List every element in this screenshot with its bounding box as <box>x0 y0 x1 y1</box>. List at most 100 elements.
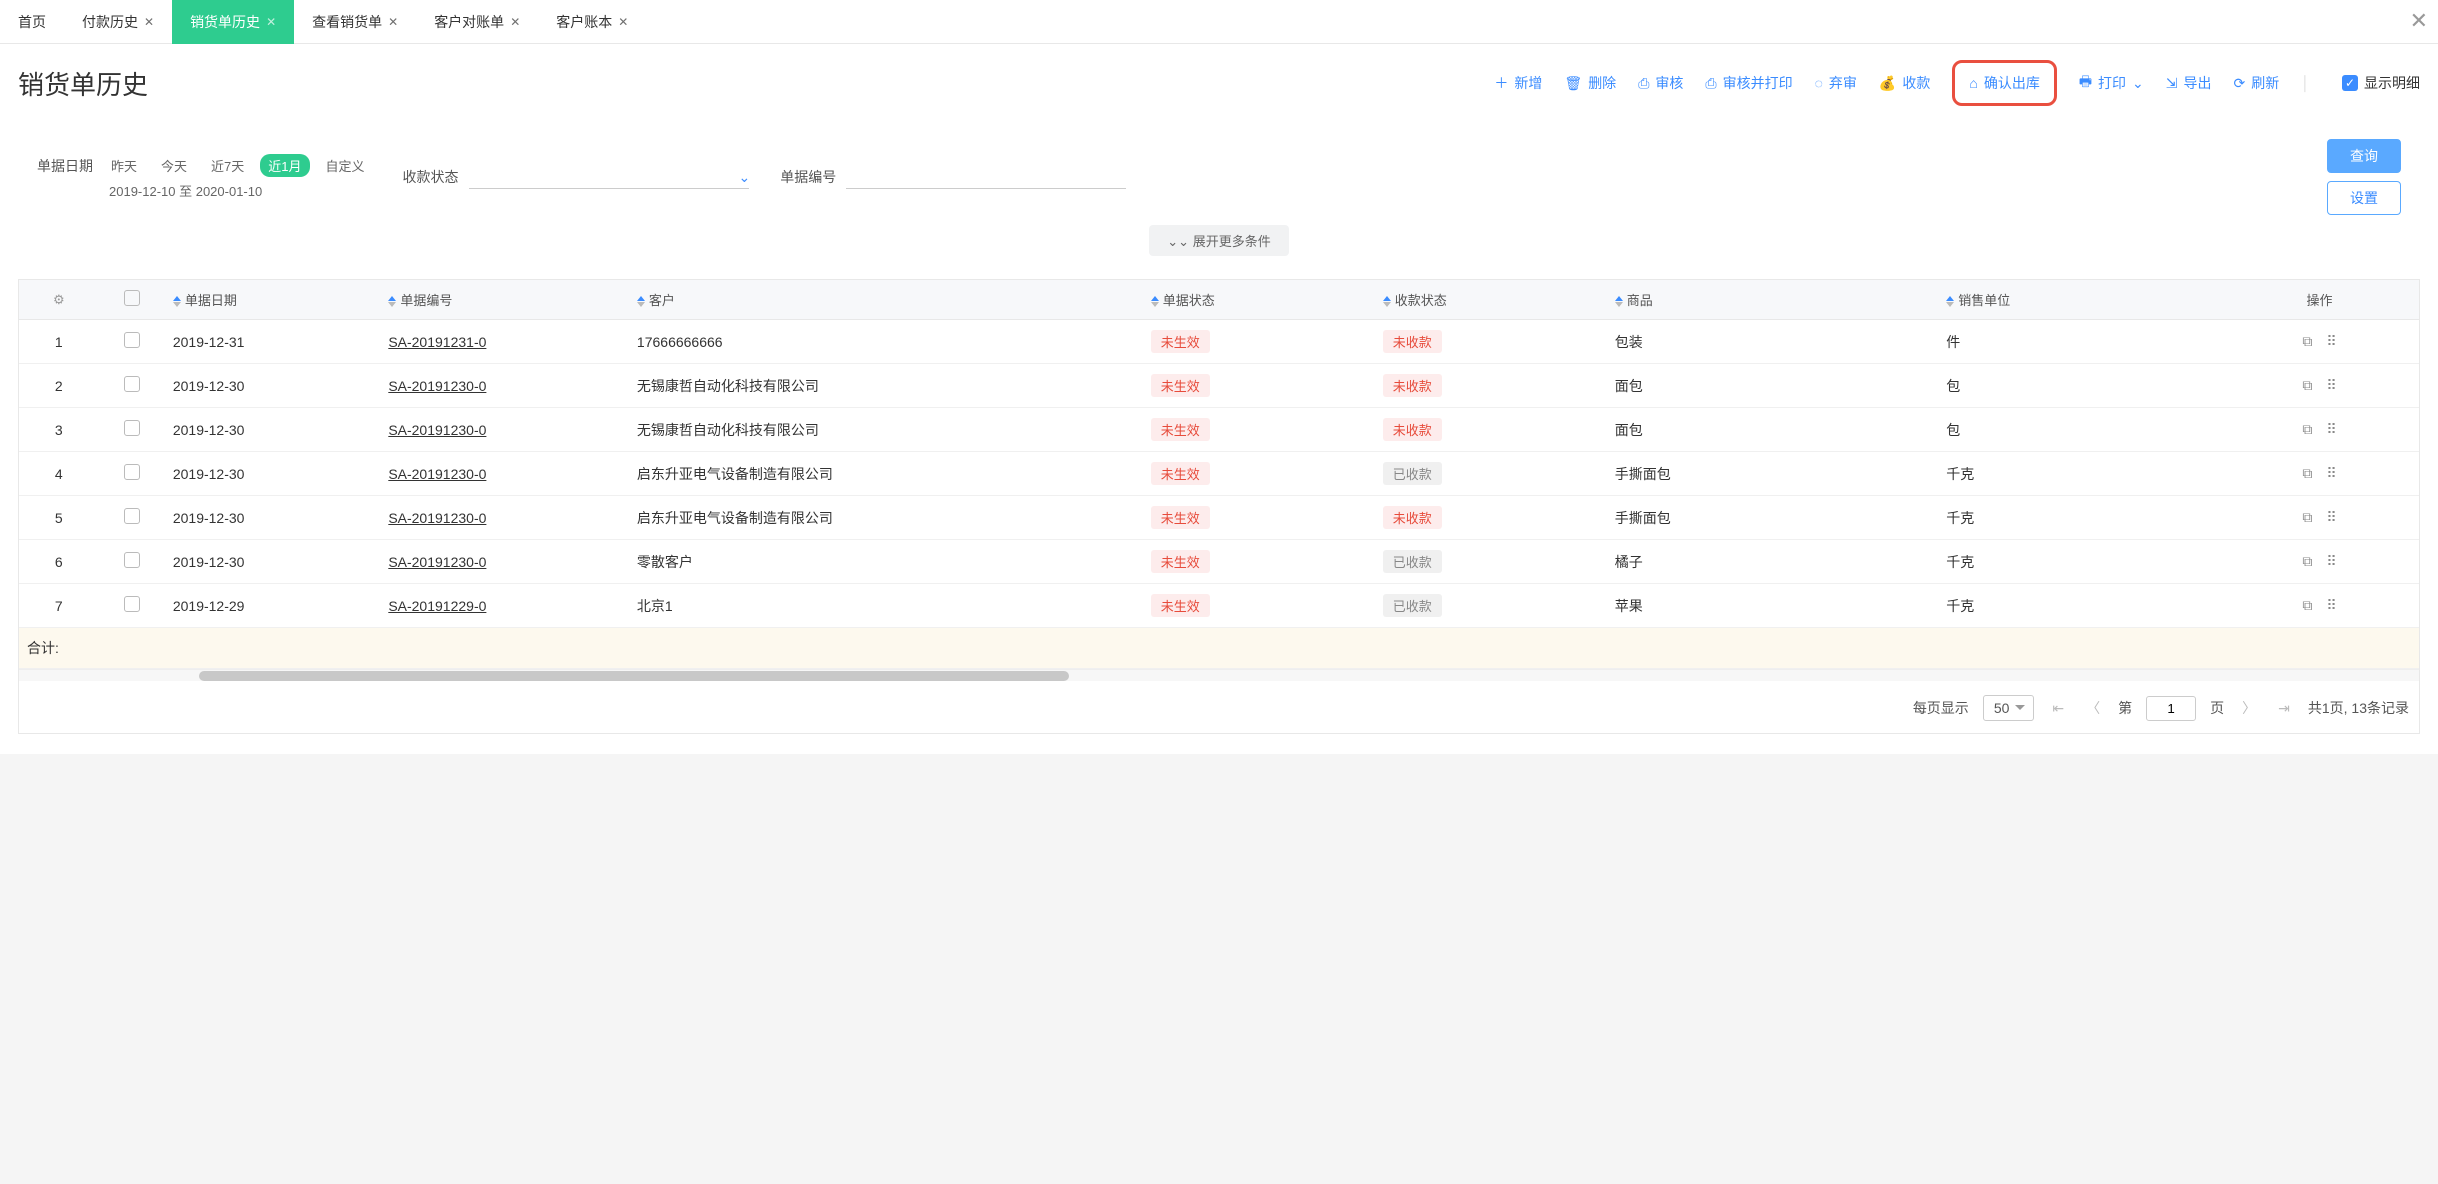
cell-product: 面包 <box>1607 364 1938 408</box>
more-icon[interactable]: ⠿ <box>2326 553 2336 570</box>
doc-no-input[interactable] <box>846 165 1126 189</box>
date-filter: 单据日期 昨天 今天 近7天 近1月 自定义 2019-12-10 至 2020… <box>37 154 373 200</box>
view-icon[interactable]: ⧉ <box>2302 333 2312 350</box>
pill-last1m[interactable]: 近1月 <box>260 154 309 177</box>
close-icon[interactable]: ✕ <box>510 0 520 44</box>
pill-today[interactable]: 今天 <box>153 154 195 177</box>
row-index: 5 <box>19 496 99 540</box>
cell-date: 2019-12-31 <box>165 320 380 364</box>
pagination: 每页显示 50 ⇤ 〈 第 页 〉 ⇥ 共1页, 13条记录 <box>19 681 2419 733</box>
close-icon[interactable]: ✕ <box>388 0 398 44</box>
doc-no-link[interactable]: SA-20191230-0 <box>388 466 486 482</box>
status-badge: 未生效 <box>1151 374 1210 397</box>
pill-custom[interactable]: 自定义 <box>318 154 373 177</box>
pill-last7[interactable]: 近7天 <box>203 154 252 177</box>
row-index: 3 <box>19 408 99 452</box>
refresh-button[interactable]: ⟳ 刷新 <box>2234 73 2280 93</box>
horizontal-scrollbar[interactable] <box>19 669 2419 681</box>
export-button[interactable]: ⇲ 导出 <box>2166 73 2212 93</box>
cell-product: 包装 <box>1607 320 1938 364</box>
col-product[interactable]: 商品 <box>1607 280 1938 320</box>
view-icon[interactable]: ⧉ <box>2302 509 2312 526</box>
unaudit-icon: ◌ <box>1815 75 1823 91</box>
more-icon[interactable]: ⠿ <box>2326 597 2336 614</box>
pill-yesterday[interactable]: 昨天 <box>103 154 145 177</box>
tab-0[interactable]: 首页 <box>0 0 64 44</box>
query-button[interactable]: 查询 <box>2327 139 2401 173</box>
add-button[interactable]: ＋ 新增 <box>1494 73 1542 93</box>
confirm-out-button[interactable]: ⌂ 确认出库 <box>1952 60 2056 106</box>
page-input[interactable] <box>2146 696 2196 721</box>
row-checkbox[interactable] <box>124 552 140 568</box>
show-detail-label: 显示明细 <box>2364 73 2420 93</box>
doc-no-link[interactable]: SA-20191230-0 <box>388 378 486 394</box>
cell-customer: 启东升亚电气设备制造有限公司 <box>629 496 1143 540</box>
view-icon[interactable]: ⧉ <box>2302 465 2312 482</box>
pay-badge: 已收款 <box>1383 550 1442 573</box>
receive-button[interactable]: 💰 收款 <box>1879 73 1930 93</box>
pay-status-select[interactable] <box>469 165 749 189</box>
row-checkbox[interactable] <box>124 376 140 392</box>
more-icon[interactable]: ⠿ <box>2326 465 2336 482</box>
doc-no-link[interactable]: SA-20191230-0 <box>388 422 486 438</box>
cell-customer: 17666666666 <box>629 320 1143 364</box>
view-icon[interactable]: ⧉ <box>2302 597 2312 614</box>
more-icon[interactable]: ⠿ <box>2326 509 2336 526</box>
tab-2[interactable]: 销货单历史✕ <box>172 0 294 44</box>
doc-no-link[interactable]: SA-20191230-0 <box>388 510 486 526</box>
view-icon[interactable]: ⧉ <box>2302 377 2312 394</box>
doc-no-link[interactable]: SA-20191231-0 <box>388 334 486 350</box>
gear-icon[interactable]: ⚙ <box>53 292 65 307</box>
row-checkbox[interactable] <box>124 420 140 436</box>
col-no[interactable]: 单据编号 <box>380 280 629 320</box>
cell-product: 面包 <box>1607 408 1938 452</box>
page-word1: 第 <box>2118 698 2132 718</box>
more-icon[interactable]: ⠿ <box>2326 421 2336 438</box>
col-status[interactable]: 单据状态 <box>1143 280 1375 320</box>
row-checkbox[interactable] <box>124 464 140 480</box>
delete-button[interactable]: 🗑 删除 <box>1564 73 1616 93</box>
first-page-button[interactable]: ⇤ <box>2048 700 2068 717</box>
audit-label: 审核 <box>1655 73 1683 93</box>
select-all-checkbox[interactable] <box>124 290 140 306</box>
receive-label: 收款 <box>1902 73 1930 93</box>
doc-no-link[interactable]: SA-20191229-0 <box>388 598 486 614</box>
per-page-select[interactable]: 50 <box>1983 695 2035 721</box>
row-checkbox[interactable] <box>124 596 140 612</box>
view-icon[interactable]: ⧉ <box>2302 553 2312 570</box>
tab-3[interactable]: 查看销货单✕ <box>294 0 416 44</box>
col-unit[interactable]: 销售单位 <box>1938 280 2220 320</box>
col-pay[interactable]: 收款状态 <box>1375 280 1607 320</box>
last-page-button[interactable]: ⇥ <box>2274 700 2294 717</box>
close-icon[interactable]: ✕ <box>618 0 628 44</box>
col-customer[interactable]: 客户 <box>629 280 1143 320</box>
cell-date: 2019-12-30 <box>165 496 380 540</box>
close-icon[interactable]: ✕ <box>144 0 154 44</box>
close-all-icon[interactable]: ✕ <box>2410 8 2428 34</box>
audit-print-button[interactable]: ⎙ 审核并打印 <box>1705 73 1792 93</box>
total-label: 合计: <box>19 628 165 669</box>
print-button[interactable]: 🖶 打印 ⌄ <box>2079 71 2144 95</box>
close-icon[interactable]: ✕ <box>266 0 276 44</box>
doc-no-link[interactable]: SA-20191230-0 <box>388 554 486 570</box>
row-checkbox[interactable] <box>124 332 140 348</box>
more-icon[interactable]: ⠿ <box>2326 333 2336 350</box>
cell-customer: 启东升亚电气设备制造有限公司 <box>629 452 1143 496</box>
unaudit-button[interactable]: ◌ 弃审 <box>1815 73 1857 93</box>
tab-4[interactable]: 客户对账单✕ <box>416 0 538 44</box>
col-date[interactable]: 单据日期 <box>165 280 380 320</box>
tab-5[interactable]: 客户账本✕ <box>538 0 646 44</box>
show-detail-toggle[interactable]: ✓ 显示明细 <box>2342 73 2420 93</box>
chevron-down-icon[interactable]: ⌄ <box>739 169 751 186</box>
next-page-button[interactable]: 〉 <box>2238 698 2260 718</box>
more-icon[interactable]: ⠿ <box>2326 377 2336 394</box>
expand-conditions-button[interactable]: ⌄⌄ 展开更多条件 <box>1149 225 1288 256</box>
view-icon[interactable]: ⧉ <box>2302 421 2312 438</box>
tab-1[interactable]: 付款历史✕ <box>64 0 172 44</box>
row-checkbox[interactable] <box>124 508 140 524</box>
prev-page-button[interactable]: 〈 <box>2082 698 2104 718</box>
settings-button[interactable]: 设置 <box>2327 181 2401 215</box>
audit-button[interactable]: ⎙ 审核 <box>1638 73 1683 93</box>
stamp-print-icon: ⎙ <box>1705 75 1716 92</box>
status-badge: 未生效 <box>1151 550 1210 573</box>
